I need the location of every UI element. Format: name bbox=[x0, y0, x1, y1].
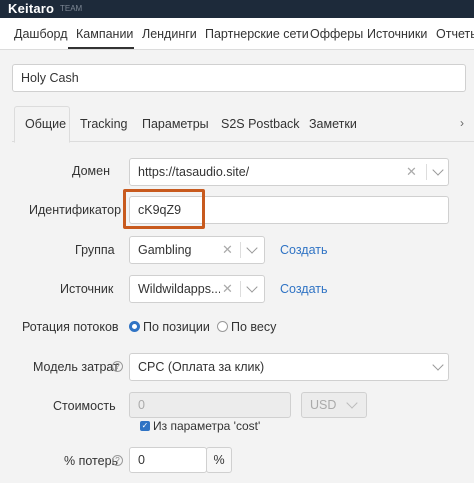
loss-value: 0 bbox=[138, 453, 145, 467]
group-select[interactable]: Gambling ✕ bbox=[129, 236, 265, 264]
currency-value: USD bbox=[310, 398, 337, 412]
chevron-down-icon[interactable] bbox=[246, 281, 258, 293]
create-group-link[interactable]: Создать bbox=[280, 243, 328, 257]
loss-label: % потерь bbox=[64, 454, 119, 468]
tab-s2s-postback[interactable]: S2S Postback bbox=[221, 117, 300, 131]
tab-tracking[interactable]: Tracking bbox=[80, 117, 127, 131]
nav-item-landings[interactable]: Лендинги bbox=[142, 27, 197, 41]
rotation-label: Ротация потоков bbox=[22, 320, 119, 334]
chevron-down-icon[interactable] bbox=[432, 164, 444, 176]
tab-parameters[interactable]: Параметры bbox=[142, 117, 209, 131]
clear-icon[interactable]: ✕ bbox=[222, 281, 233, 297]
nav-item-offers[interactable]: Офферы bbox=[310, 27, 363, 41]
campaign-tabs: Общие Tracking Параметры S2S Postback За… bbox=[12, 106, 474, 143]
top-bar: Keitaro TEAM bbox=[0, 0, 474, 18]
create-source-link[interactable]: Создать bbox=[280, 282, 328, 296]
campaign-name-input[interactable]: Holy Cash bbox=[12, 64, 466, 92]
domain-label: Домен bbox=[72, 164, 111, 178]
chevron-down-icon[interactable] bbox=[246, 242, 258, 254]
cost-value: 0 bbox=[138, 398, 145, 412]
campaign-name-value: Holy Cash bbox=[21, 71, 79, 85]
nav-item-sources[interactable]: Источники bbox=[367, 27, 427, 41]
domain-select[interactable]: https://tasaudio.site/ ✕ bbox=[129, 158, 449, 186]
group-label: Группа bbox=[75, 243, 115, 257]
clear-icon[interactable]: ✕ bbox=[406, 164, 417, 180]
cost-from-param-label[interactable]: Из параметра 'cost' bbox=[153, 419, 260, 433]
rotation-by-position-label[interactable]: По позиции bbox=[143, 320, 210, 334]
divider bbox=[240, 281, 241, 297]
source-value: Wildwildapps.... bbox=[138, 282, 220, 296]
cost-model-label: Модель затрат bbox=[33, 360, 119, 374]
app-logo[interactable]: Keitaro bbox=[8, 1, 54, 16]
source-select[interactable]: Wildwildapps.... ✕ bbox=[129, 275, 265, 303]
source-label: Источник bbox=[60, 282, 114, 296]
identifier-highlight-frame bbox=[123, 189, 205, 229]
cost-model-value: CPC (Оплата за клик) bbox=[138, 360, 265, 374]
domain-value: https://tasaudio.site/ bbox=[138, 165, 250, 179]
cost-from-param-checkbox[interactable]: ✓ bbox=[140, 421, 150, 431]
help-icon[interactable]: ? bbox=[112, 455, 123, 466]
rotation-by-weight-label[interactable]: По весу bbox=[231, 320, 276, 334]
nav-item-campaigns[interactable]: Кампании bbox=[76, 27, 133, 41]
chevron-down-icon[interactable] bbox=[432, 359, 444, 371]
loss-input[interactable]: 0 bbox=[129, 447, 207, 473]
loss-unit-addon: % bbox=[206, 447, 232, 473]
nav-item-affiliate-networks[interactable]: Партнерские сети bbox=[205, 27, 309, 41]
divider bbox=[240, 242, 241, 258]
cost-model-select[interactable]: CPC (Оплата за клик) bbox=[129, 353, 449, 381]
chevron-right-icon[interactable]: › bbox=[460, 116, 470, 130]
clear-icon[interactable]: ✕ bbox=[222, 242, 233, 258]
tab-notes[interactable]: Заметки bbox=[309, 117, 357, 131]
help-icon[interactable]: ? bbox=[112, 361, 123, 372]
currency-select[interactable]: USD bbox=[301, 392, 367, 418]
chevron-down-icon[interactable] bbox=[346, 397, 358, 409]
group-value: Gambling bbox=[138, 243, 192, 257]
divider bbox=[426, 164, 427, 180]
cost-input[interactable]: 0 bbox=[129, 392, 291, 418]
tab-general[interactable]: Общие bbox=[25, 117, 66, 131]
nav-item-dashboard[interactable]: Дашборд bbox=[14, 27, 68, 41]
rotation-by-weight-radio[interactable] bbox=[217, 321, 228, 332]
rotation-by-position-radio[interactable] bbox=[129, 321, 140, 332]
app-logo-sub: TEAM bbox=[60, 4, 83, 13]
identifier-label: Идентификатор bbox=[29, 203, 122, 217]
cost-label: Стоимость bbox=[53, 399, 116, 413]
main-nav: Дашборд Кампании Лендинги Партнерские се… bbox=[0, 18, 474, 50]
loss-unit: % bbox=[213, 453, 225, 467]
nav-item-reports[interactable]: Отчеты bbox=[436, 27, 474, 41]
nav-active-indicator bbox=[68, 47, 134, 49]
